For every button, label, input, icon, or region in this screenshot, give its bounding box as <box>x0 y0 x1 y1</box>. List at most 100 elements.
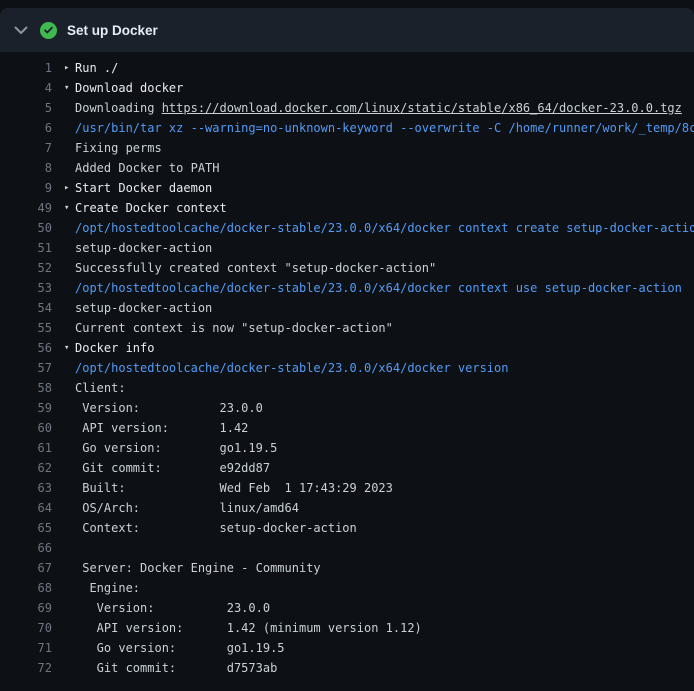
check-circle-glyph <box>40 22 57 39</box>
log-text: Engine: <box>75 578 140 598</box>
log-line[interactable]: 5Downloading https://download.docker.com… <box>0 98 694 118</box>
arrow-spacer <box>64 238 75 258</box>
log-link[interactable]: https://download.docker.com/linux/static… <box>162 101 682 115</box>
command-text: /opt/hostedtoolcache/docker-stable/23.0.… <box>75 358 508 378</box>
arrow-spacer <box>64 478 75 498</box>
line-number[interactable]: 66 <box>0 538 52 558</box>
log-line[interactable]: 70 API version: 1.42 (minimum version 1.… <box>0 618 694 638</box>
log-line[interactable]: 72 Git commit: d7573ab <box>0 658 694 678</box>
line-number[interactable]: 64 <box>0 498 52 518</box>
line-number[interactable]: 50 <box>0 218 52 238</box>
log-line[interactable]: 4 ▾Download docker <box>0 78 694 98</box>
collapse-group-icon[interactable]: ▾ <box>64 198 75 218</box>
line-number[interactable]: 54 <box>0 298 52 318</box>
line-number[interactable]: 58 <box>0 378 52 398</box>
line-number[interactable]: 51 <box>0 238 52 258</box>
line-number[interactable]: 62 <box>0 458 52 478</box>
line-number[interactable]: 52 <box>0 258 52 278</box>
log-line[interactable]: 59 Version: 23.0.0 <box>0 398 694 418</box>
log-line[interactable]: 69 Version: 23.0.0 <box>0 598 694 618</box>
log-text: Git commit: e92dd87 <box>75 458 270 478</box>
actions-log-page: { "header": { "title": "Set up Docker", … <box>0 8 694 691</box>
line-number[interactable]: 70 <box>0 618 52 638</box>
log-line[interactable]: 61 Go version: go1.19.5 <box>0 438 694 458</box>
line-number[interactable]: 1 <box>0 58 52 78</box>
log-line[interactable]: 62 Git commit: e92dd87 <box>0 458 694 478</box>
line-number[interactable]: 53 <box>0 278 52 298</box>
log-text: Current context is now "setup-docker-act… <box>75 318 393 338</box>
log-line[interactable]: 64 OS/Arch: linux/amd64 <box>0 498 694 518</box>
expand-group-icon[interactable]: ▸ <box>64 178 75 198</box>
log-line[interactable]: 7Fixing perms <box>0 138 694 158</box>
log-line[interactable]: 55 Current context is now "setup-docker-a… <box>0 318 694 338</box>
line-number[interactable]: 6 <box>0 118 52 138</box>
log-line[interactable]: 60 API version: 1.42 <box>0 418 694 438</box>
line-number[interactable]: 61 <box>0 438 52 458</box>
line-number[interactable]: 63 <box>0 478 52 498</box>
arrow-spacer <box>64 458 75 478</box>
log-text: Git commit: d7573ab <box>75 658 277 678</box>
log-text: setup-docker-action <box>75 298 212 318</box>
log-text: Version: 23.0.0 <box>75 398 263 418</box>
log-line[interactable]: 63 Built: Wed Feb 1 17:43:29 2023 <box>0 478 694 498</box>
line-number[interactable]: 59 <box>0 398 52 418</box>
line-number[interactable]: 60 <box>0 418 52 438</box>
line-number[interactable]: 69 <box>0 598 52 618</box>
log-line[interactable]: 53/opt/hostedtoolcache/docker-stable/23.… <box>0 278 694 298</box>
line-number[interactable]: 8 <box>0 158 52 178</box>
log-line[interactable]: 56▾Docker info <box>0 338 694 358</box>
line-number[interactable]: 67 <box>0 558 52 578</box>
arrow-spacer <box>64 558 75 578</box>
arrow-spacer <box>64 538 75 558</box>
log-line[interactable]: 52Successfully created context "setup-do… <box>0 258 694 278</box>
group-title: Download docker <box>75 78 183 98</box>
log-text: API version: 1.42 (minimum version 1.12) <box>75 618 422 638</box>
line-number[interactable]: 9 <box>0 178 52 198</box>
log-line[interactable]: 68 Engine: <box>0 578 694 598</box>
log-line[interactable]: 58Client: <box>0 378 694 398</box>
log-line[interactable]: 66 <box>0 538 694 558</box>
log-line[interactable]: 9▸Start Docker daemon <box>0 178 694 198</box>
log-line[interactable]: 71 Go version: go1.19.5 <box>0 638 694 658</box>
log-line[interactable]: 1 ▸Run ./ <box>0 58 694 78</box>
step-header[interactable]: Set up Docker <box>0 8 694 52</box>
log-line[interactable]: 57/opt/hostedtoolcache/docker-stable/23.… <box>0 358 694 378</box>
log-text: setup-docker-action <box>75 238 212 258</box>
log-line[interactable]: 65 Context: setup-docker-action <box>0 518 694 538</box>
line-number[interactable]: 57 <box>0 358 52 378</box>
line-number[interactable]: 49 <box>0 198 52 218</box>
log-text: Built: Wed Feb 1 17:43:29 2023 <box>75 478 393 498</box>
arrow-spacer <box>64 378 75 398</box>
log-line[interactable]: 49▾Create Docker context <box>0 198 694 218</box>
arrow-spacer <box>64 158 75 178</box>
arrow-spacer <box>64 118 75 138</box>
group-title: Run ./ <box>75 58 118 78</box>
line-number[interactable]: 65 <box>0 518 52 538</box>
log-line[interactable]: 8Added Docker to PATH <box>0 158 694 178</box>
line-number[interactable]: 4 <box>0 78 52 98</box>
expand-group-icon[interactable]: ▸ <box>64 58 75 78</box>
log-line[interactable]: 50/opt/hostedtoolcache/docker-stable/23.… <box>0 218 694 238</box>
line-number[interactable]: 55 <box>0 318 52 338</box>
chevron-down-icon[interactable] <box>12 26 30 35</box>
line-number[interactable]: 7 <box>0 138 52 158</box>
line-number[interactable]: 71 <box>0 638 52 658</box>
collapse-group-icon[interactable]: ▾ <box>64 78 75 98</box>
arrow-spacer <box>64 658 75 678</box>
log-line[interactable]: 51 setup-docker-action <box>0 238 694 258</box>
arrow-spacer <box>64 598 75 618</box>
arrow-spacer <box>64 298 75 318</box>
arrow-spacer <box>64 418 75 438</box>
log-line[interactable]: 54 setup-docker-action <box>0 298 694 318</box>
step-title: Set up Docker <box>67 23 158 38</box>
line-number[interactable]: 56 <box>0 338 52 358</box>
collapse-group-icon[interactable]: ▾ <box>64 338 75 358</box>
line-number[interactable]: 5 <box>0 98 52 118</box>
log-line[interactable]: 67 Server: Docker Engine - Community <box>0 558 694 578</box>
line-number[interactable]: 68 <box>0 578 52 598</box>
arrow-spacer <box>64 518 75 538</box>
arrow-spacer <box>64 578 75 598</box>
line-number[interactable]: 72 <box>0 658 52 678</box>
log-line[interactable]: 6/usr/bin/tar xz --warning=no-unknown-ke… <box>0 118 694 138</box>
log-text: Server: Docker Engine - Community <box>75 558 321 578</box>
